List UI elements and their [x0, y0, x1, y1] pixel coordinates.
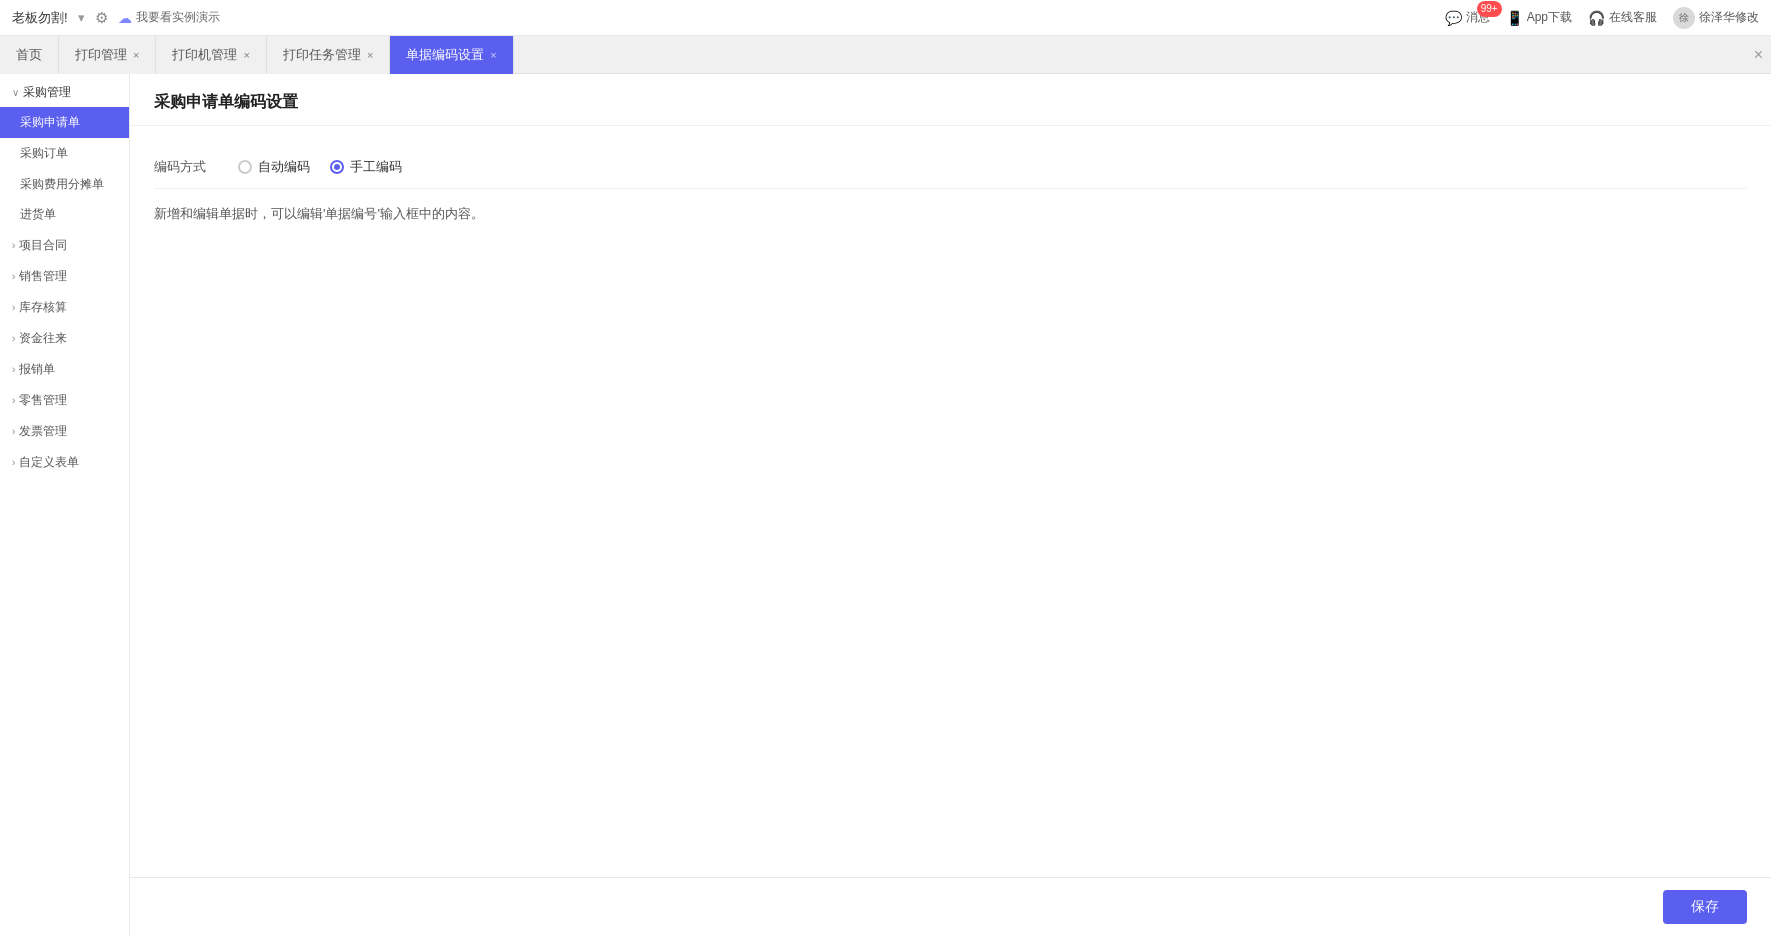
tab-printer-manage-label: 打印机管理: [172, 46, 237, 64]
search-bar[interactable]: ☁ 我要看实例演示: [118, 9, 220, 26]
content-header: 采购申请单编码设置: [130, 74, 1771, 126]
sidebar-item-purchase-expense[interactable]: 采购费用分摊单: [0, 169, 129, 200]
chevron-right-icon: ›: [12, 240, 15, 251]
radio-manual-circle: [330, 160, 344, 174]
radio-group-coding: 自动编码 手工编码: [238, 158, 402, 176]
sidebar-item-purchase-expense-label: 采购费用分摊单: [20, 177, 104, 191]
app-download-btn[interactable]: 📱 App下载: [1506, 9, 1572, 26]
sidebar-item-project-contract-label: 项目合同: [19, 237, 67, 254]
app-download-label: App下载: [1527, 9, 1572, 26]
info-text: 新增和编辑单据时，可以编辑'单据编号'输入框中的内容。: [154, 205, 1747, 223]
search-text: 我要看实例演示: [136, 9, 220, 26]
radio-manual-label: 手工编码: [350, 158, 402, 176]
sidebar-item-returns-label: 报销单: [19, 361, 55, 378]
coding-mode-label: 编码方式: [154, 158, 214, 176]
sidebar-item-purchase-arrival[interactable]: 进货单: [0, 199, 129, 230]
username: 徐泽华修改: [1699, 9, 1759, 26]
sidebar-item-purchase-order-label: 采购订单: [20, 146, 68, 160]
dropdown-icon[interactable]: ▾: [78, 10, 85, 25]
brand-text: 老板勿割!: [12, 9, 68, 27]
tab-print-task-close[interactable]: ×: [367, 49, 373, 61]
content-footer: 保存: [130, 877, 1771, 936]
chevron-right-icon2: ›: [12, 271, 15, 282]
content-area: 采购申请单编码设置 编码方式 自动编码 手工编码: [130, 74, 1771, 936]
sidebar-item-sales[interactable]: › 销售管理: [0, 261, 129, 292]
save-button[interactable]: 保存: [1663, 890, 1747, 924]
tab-print-task-label: 打印任务管理: [283, 46, 361, 64]
app-icon: 📱: [1506, 10, 1523, 26]
cloud-icon: ☁: [118, 10, 132, 26]
tab-home[interactable]: 首页: [0, 36, 59, 74]
sidebar-group-purchase-label: 采购管理: [23, 84, 71, 101]
chevron-right-icon5: ›: [12, 364, 15, 375]
sidebar-item-purchase-arrival-label: 进货单: [20, 207, 56, 221]
top-bar-left: 老板勿割! ▾ ⚙ ☁ 我要看实例演示: [12, 9, 220, 27]
sidebar-item-purchase-request-label: 采购申请单: [20, 115, 80, 129]
sidebar-item-purchase-order[interactable]: 采购订单: [0, 138, 129, 169]
tab-printer-manage[interactable]: 打印机管理 ×: [156, 36, 266, 74]
chevron-right-icon3: ›: [12, 302, 15, 313]
sidebar-item-returns[interactable]: › 报销单: [0, 354, 129, 385]
content-body: 编码方式 自动编码 手工编码 新增和编辑单据时，可以编辑'单据编号'输入框: [130, 126, 1771, 877]
sidebar-group-purchase-title[interactable]: ∨ 采购管理: [0, 74, 129, 107]
chevron-down-icon: ∨: [12, 87, 19, 98]
headset-icon: 🎧: [1588, 10, 1605, 26]
sidebar-item-inventory-label: 库存核算: [19, 299, 67, 316]
sidebar-item-retail[interactable]: › 零售管理: [0, 385, 129, 416]
tab-single-barcode-close[interactable]: ×: [490, 49, 496, 61]
sidebar-item-sales-label: 销售管理: [19, 268, 67, 285]
user-menu-btn[interactable]: 徐 徐泽华修改: [1673, 7, 1759, 29]
tab-home-label: 首页: [16, 46, 42, 64]
tab-print-manage-label: 打印管理: [75, 46, 127, 64]
sidebar-item-capital[interactable]: › 资金往来: [0, 323, 129, 354]
chevron-right-icon6: ›: [12, 395, 15, 406]
sidebar-item-capital-label: 资金往来: [19, 330, 67, 347]
online-service-label: 在线客服: [1609, 9, 1657, 26]
chevron-right-icon4: ›: [12, 333, 15, 344]
notification-badge: 99+: [1477, 1, 1502, 17]
settings-icon[interactable]: ⚙: [95, 9, 108, 27]
sidebar-item-custom-form-label: 自定义表单: [19, 454, 79, 471]
tab-bar-close-btn[interactable]: ×: [1754, 46, 1771, 64]
main-layout: ∨ 采购管理 采购申请单 采购订单 采购费用分摊单 进货单 › 项目合同 › 销…: [0, 74, 1771, 936]
message-icon: 💬: [1445, 10, 1462, 26]
tab-printer-manage-close[interactable]: ×: [243, 49, 249, 61]
chevron-right-icon7: ›: [12, 426, 15, 437]
radio-auto-circle: [238, 160, 252, 174]
sidebar-item-retail-label: 零售管理: [19, 392, 67, 409]
tab-print-task[interactable]: 打印任务管理 ×: [267, 36, 390, 74]
top-bar-right: 💬 消息 99+ 📱 App下载 🎧 在线客服 徐 徐泽华修改: [1445, 7, 1759, 29]
coding-mode-row: 编码方式 自动编码 手工编码: [154, 146, 1747, 189]
sidebar-item-invoice-label: 发票管理: [19, 423, 67, 440]
avatar: 徐: [1673, 7, 1695, 29]
top-bar: 老板勿割! ▾ ⚙ ☁ 我要看实例演示 💬 消息 99+ 📱 App下载 🎧 在…: [0, 0, 1771, 36]
sidebar: ∨ 采购管理 采购申请单 采购订单 采购费用分摊单 进货单 › 项目合同 › 销…: [0, 74, 130, 936]
sidebar-item-project-contract[interactable]: › 项目合同: [0, 230, 129, 261]
tab-print-manage[interactable]: 打印管理 ×: [59, 36, 156, 74]
notification-btn[interactable]: 💬 消息 99+: [1445, 9, 1490, 26]
sidebar-item-inventory[interactable]: › 库存核算: [0, 292, 129, 323]
info-text-content: 新增和编辑单据时，可以编辑'单据编号'输入框中的内容。: [154, 206, 484, 221]
tab-single-barcode-label: 单据编码设置: [406, 46, 484, 64]
radio-manual-coding[interactable]: 手工编码: [330, 158, 402, 176]
radio-auto-coding[interactable]: 自动编码: [238, 158, 310, 176]
sidebar-item-custom-form[interactable]: › 自定义表单: [0, 447, 129, 478]
sidebar-item-invoice[interactable]: › 发票管理: [0, 416, 129, 447]
chevron-right-icon8: ›: [12, 457, 15, 468]
tab-bar: 首页 打印管理 × 打印机管理 × 打印任务管理 × 单据编码设置 × ×: [0, 36, 1771, 74]
tab-print-manage-close[interactable]: ×: [133, 49, 139, 61]
sidebar-group-purchase: ∨ 采购管理 采购申请单 采购订单 采购费用分摊单 进货单: [0, 74, 129, 230]
page-title: 采购申请单编码设置: [154, 92, 1747, 113]
sidebar-item-purchase-request[interactable]: 采购申请单: [0, 107, 129, 138]
online-service-btn[interactable]: 🎧 在线客服: [1588, 9, 1657, 26]
radio-auto-label: 自动编码: [258, 158, 310, 176]
tab-single-barcode[interactable]: 单据编码设置 ×: [390, 36, 513, 74]
